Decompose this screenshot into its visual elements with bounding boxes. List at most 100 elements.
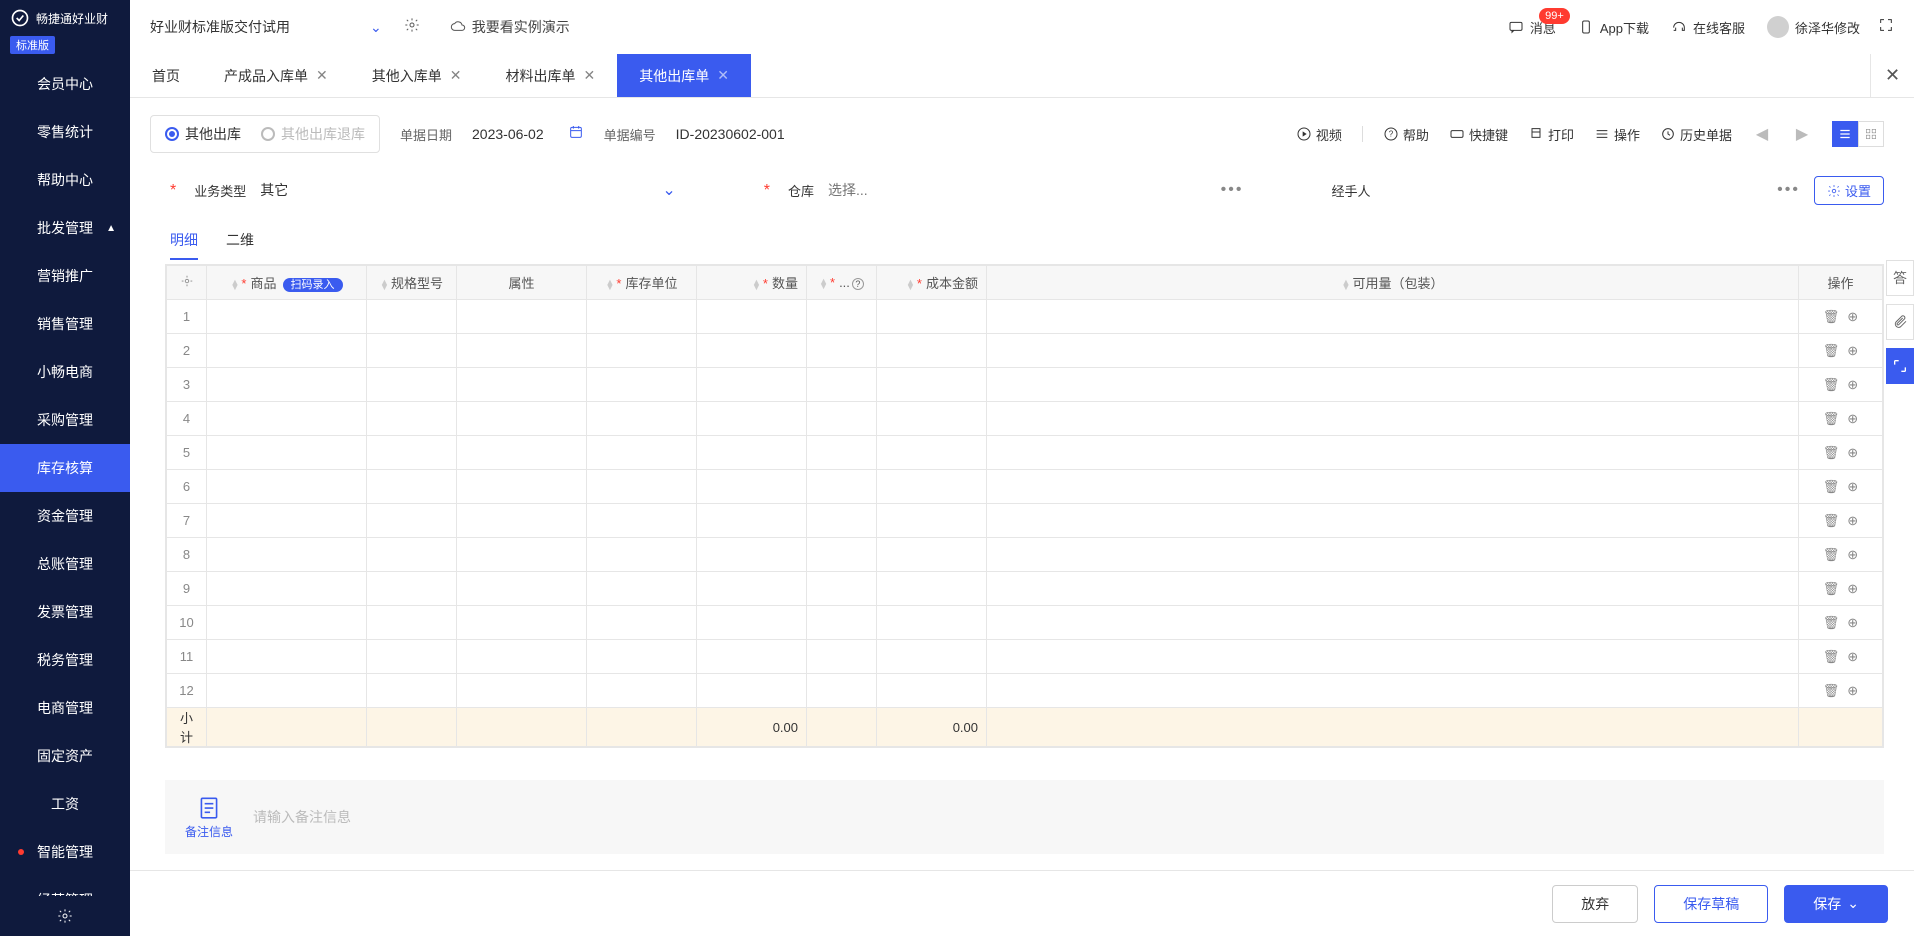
save-draft-button[interactable]: 保存草稿 [1654, 885, 1768, 923]
add-row-icon[interactable]: ⊕ [1847, 445, 1858, 460]
app-switcher[interactable]: ⌄ [370, 19, 382, 36]
delete-row-icon[interactable]: 🗑 [1823, 649, 1840, 664]
col-spec[interactable]: ▲▼规格型号 [367, 266, 457, 300]
subtab-2d[interactable]: 二维 [226, 230, 254, 260]
col-qty[interactable]: ▲▼*数量 [697, 266, 807, 300]
shortcut-link[interactable]: 快捷键 [1449, 125, 1508, 144]
calendar-icon[interactable] [568, 124, 584, 145]
sidebar-item-14[interactable]: 固定资产 [0, 732, 130, 780]
next-doc[interactable]: ▶ [1792, 124, 1812, 144]
tab-3[interactable]: 材料出库单✕ [483, 54, 617, 97]
rail-expand[interactable] [1886, 348, 1914, 384]
scan-button[interactable]: 扫码录入 [283, 278, 343, 292]
delete-row-icon[interactable]: 🗑 [1823, 445, 1840, 460]
tab-2[interactable]: 其他入库单✕ [350, 54, 484, 97]
sidebar-item-17[interactable]: 经营管理 [0, 876, 130, 896]
sidebar-settings[interactable] [0, 896, 130, 936]
rail-item-1[interactable]: 答 [1886, 260, 1914, 296]
table-row[interactable]: 5🗑⊕ [167, 436, 1883, 470]
radio-other-out[interactable]: 其他出库 [165, 124, 241, 144]
table-row[interactable]: 12🗑⊕ [167, 674, 1883, 708]
table-row[interactable]: 1🗑⊕ [167, 300, 1883, 334]
delete-row-icon[interactable]: 🗑 [1823, 479, 1840, 494]
add-row-icon[interactable]: ⊕ [1847, 479, 1858, 494]
rail-attachment[interactable] [1886, 304, 1914, 340]
tab-4[interactable]: 其他出库单✕ [617, 54, 751, 97]
ops-link[interactable]: 操作 [1594, 125, 1640, 144]
messages-action[interactable]: 消息 99+ [1508, 18, 1556, 37]
radio-other-out-return[interactable]: 其他出库退库 [261, 124, 365, 144]
sidebar-item-16[interactable]: 智能管理 [0, 828, 130, 876]
discard-button[interactable]: 放弃 [1552, 885, 1638, 923]
history-link[interactable]: 历史单据 [1660, 125, 1732, 144]
col-short[interactable]: ▲▼*...? [807, 266, 877, 300]
video-link[interactable]: 视频 [1296, 125, 1342, 144]
table-row[interactable]: 7🗑⊕ [167, 504, 1883, 538]
delete-row-icon[interactable]: 🗑 [1823, 615, 1840, 630]
sidebar-item-6[interactable]: 小畅电商 [0, 348, 130, 396]
delete-row-icon[interactable]: 🗑 [1823, 547, 1840, 562]
delete-row-icon[interactable]: 🗑 [1823, 343, 1840, 358]
col-cost[interactable]: ▲▼*成本金额 [877, 266, 987, 300]
delete-row-icon[interactable]: 🗑 [1823, 683, 1840, 698]
add-row-icon[interactable]: ⊕ [1847, 547, 1858, 562]
tabstrip-close-all[interactable]: ✕ [1870, 54, 1914, 97]
tab-0[interactable]: 首页 [130, 54, 202, 97]
save-button[interactable]: 保存⌄ [1784, 885, 1888, 923]
close-icon[interactable]: ✕ [717, 67, 729, 84]
add-row-icon[interactable]: ⊕ [1847, 309, 1858, 324]
add-row-icon[interactable]: ⊕ [1847, 615, 1858, 630]
table-row[interactable]: 8🗑⊕ [167, 538, 1883, 572]
remark-input[interactable] [253, 809, 1864, 825]
subtab-detail[interactable]: 明细 [170, 230, 198, 260]
add-row-icon[interactable]: ⊕ [1847, 411, 1858, 426]
sidebar-item-4[interactable]: 营销推广 [0, 252, 130, 300]
table-row[interactable]: 3🗑⊕ [167, 368, 1883, 402]
help-link[interactable]: ?帮助 [1383, 125, 1429, 144]
tab-1[interactable]: 产成品入库单✕ [202, 54, 350, 97]
sidebar-item-10[interactable]: 总账管理 [0, 540, 130, 588]
demo-link[interactable]: 我要看实例演示 [450, 17, 570, 37]
col-attr[interactable]: 属性 [457, 266, 587, 300]
warehouse-select[interactable]: ••• [828, 181, 1243, 200]
user-menu[interactable]: 徐泽华修改 [1767, 16, 1860, 38]
delete-row-icon[interactable]: 🗑 [1823, 411, 1840, 426]
view-card[interactable] [1858, 121, 1884, 147]
col-unit[interactable]: ▲▼*库存单位 [587, 266, 697, 300]
handler-input[interactable] [1384, 182, 1777, 198]
column-settings[interactable] [167, 266, 207, 300]
delete-row-icon[interactable]: 🗑 [1823, 309, 1840, 324]
delete-row-icon[interactable]: 🗑 [1823, 377, 1840, 392]
warehouse-input[interactable] [828, 182, 1221, 198]
add-row-icon[interactable]: ⊕ [1847, 683, 1858, 698]
delete-row-icon[interactable]: 🗑 [1823, 513, 1840, 528]
close-icon[interactable]: ✕ [316, 67, 328, 84]
date-value[interactable]: 2023-06-02 [472, 126, 544, 142]
close-icon[interactable]: ✕ [583, 67, 595, 84]
app-download-action[interactable]: App下载 [1578, 18, 1649, 37]
form-settings-button[interactable]: 设置 [1814, 176, 1884, 205]
sidebar-item-2[interactable]: 帮助中心 [0, 156, 130, 204]
col-product[interactable]: ▲▼*商品扫码录入 [207, 266, 367, 300]
topbar-settings[interactable] [404, 17, 420, 38]
handler-select[interactable]: ••• [1384, 181, 1799, 200]
delete-row-icon[interactable]: 🗑 [1823, 581, 1840, 596]
sidebar-item-12[interactable]: 税务管理 [0, 636, 130, 684]
sidebar-item-15[interactable]: 工资 [0, 780, 130, 828]
support-action[interactable]: 在线客服 [1671, 18, 1745, 37]
add-row-icon[interactable]: ⊕ [1847, 649, 1858, 664]
add-row-icon[interactable]: ⊕ [1847, 513, 1858, 528]
table-row[interactable]: 9🗑⊕ [167, 572, 1883, 606]
sidebar-item-9[interactable]: 资金管理 [0, 492, 130, 540]
biztype-select[interactable]: ⌄ [260, 180, 675, 201]
view-list[interactable] [1832, 121, 1858, 147]
sidebar-item-5[interactable]: 销售管理 [0, 300, 130, 348]
sidebar-item-11[interactable]: 发票管理 [0, 588, 130, 636]
table-row[interactable]: 11🗑⊕ [167, 640, 1883, 674]
add-row-icon[interactable]: ⊕ [1847, 377, 1858, 392]
sidebar-item-0[interactable]: 会员中心 [0, 60, 130, 108]
sidebar-item-8[interactable]: 库存核算 [0, 444, 130, 492]
add-row-icon[interactable]: ⊕ [1847, 581, 1858, 596]
print-link[interactable]: 打印 [1528, 125, 1574, 144]
sidebar-item-13[interactable]: 电商管理 [0, 684, 130, 732]
